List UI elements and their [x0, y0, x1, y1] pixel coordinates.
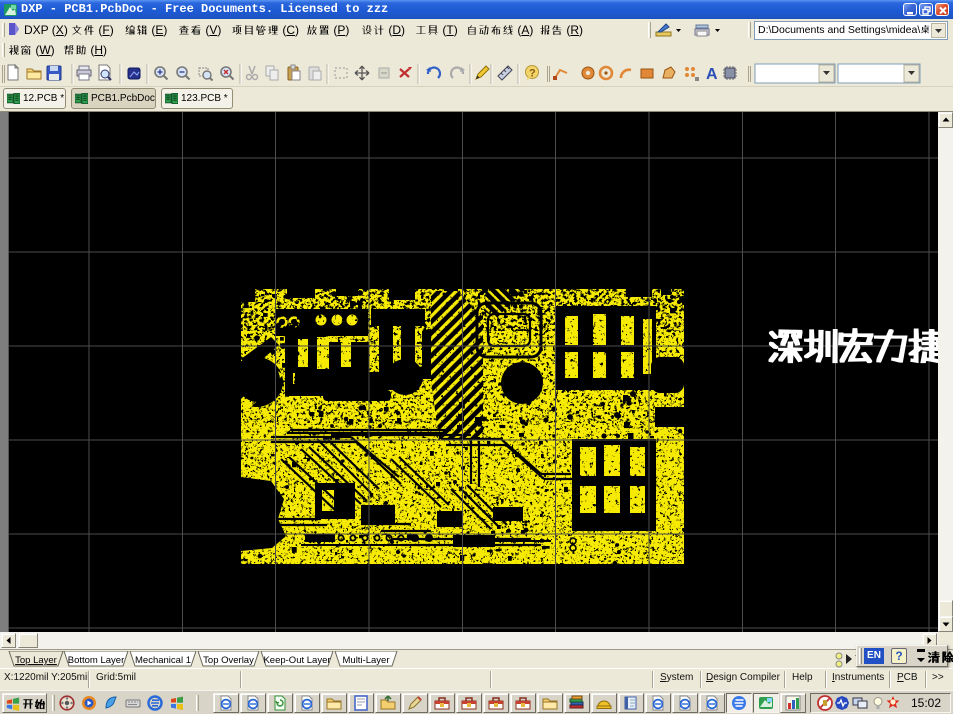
svg-text:?: ?	[529, 68, 536, 80]
svg-text:Keep-Out Layer: Keep-Out Layer	[263, 655, 330, 666]
svg-text:Top Layer: Top Layer	[15, 655, 57, 666]
svg-text:Multi-Layer: Multi-Layer	[343, 655, 390, 666]
svg-text:A: A	[706, 66, 718, 83]
svg-text:Top Overlay: Top Overlay	[203, 655, 254, 666]
svg-text:Mechanical 1: Mechanical 1	[135, 655, 191, 666]
svg-text:Bottom Layer: Bottom Layer	[68, 655, 125, 666]
